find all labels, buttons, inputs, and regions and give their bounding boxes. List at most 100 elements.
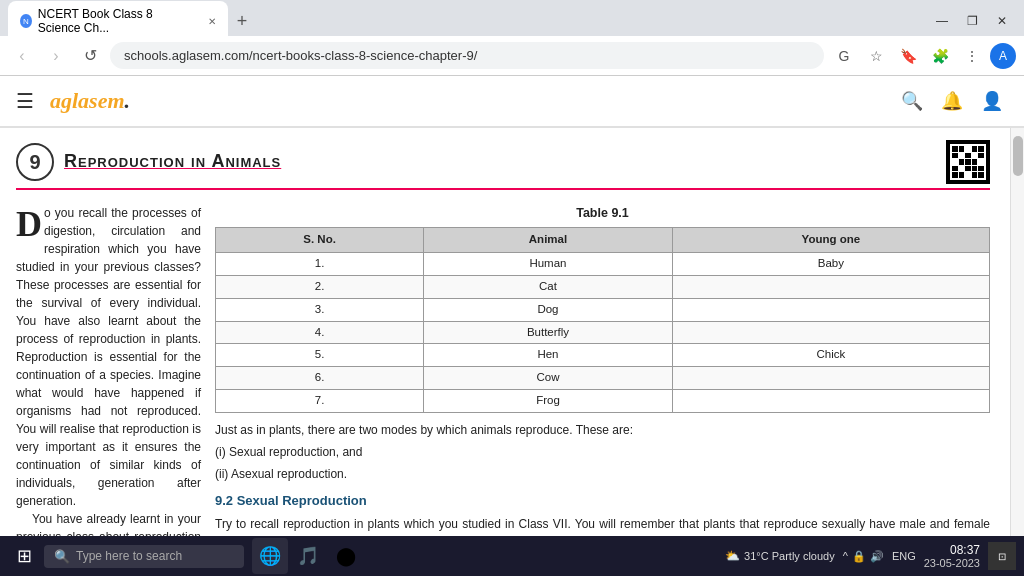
table-cell-0-2: Baby [672, 253, 989, 276]
logo-dot: . [125, 88, 131, 113]
reload-button[interactable]: ↺ [76, 42, 104, 70]
table-cell-2-2 [672, 298, 989, 321]
col-header-animal: Animal [424, 228, 673, 253]
col-header-youngone: Young one [672, 228, 989, 253]
hamburger-menu[interactable]: ☰ [16, 89, 34, 113]
date-display: 23-05-2023 [924, 557, 980, 569]
table-cell-4-1: Hen [424, 344, 673, 367]
table-cell-6-0: 7. [216, 390, 424, 413]
table-header-row: S. No. Animal Young one [216, 228, 990, 253]
chapter-title: Reproduction in Animals [64, 148, 281, 176]
up-arrow-icon[interactable]: ^ [843, 550, 848, 563]
taskbar-app-icons: 🌐 🎵 ⬤ [252, 538, 364, 574]
table-cell-5-2 [672, 367, 989, 390]
table-cell-1-1: Cat [424, 276, 673, 299]
weather-text: 31°C Partly cloudy [744, 550, 835, 562]
back-button[interactable]: ‹ [8, 42, 36, 70]
drop-cap: D [16, 206, 42, 242]
table-cell-4-2: Chick [672, 344, 989, 367]
google-icon[interactable]: G [830, 42, 858, 70]
profile-avatar[interactable]: A [990, 43, 1016, 69]
tab-favicon: N [20, 14, 32, 28]
table-row: 4.Butterfly [216, 321, 990, 344]
star-icon[interactable]: ☆ [862, 42, 890, 70]
tab-title: NCERT Book Class 8 Science Ch... [38, 7, 198, 35]
system-icons: ^ 🔒 🔊 [843, 550, 884, 563]
two-column-layout: Do you recall the processes of digestion… [16, 204, 990, 576]
search-icon[interactable]: 🔍 [896, 85, 928, 117]
address-bar: ‹ › ↺ G ☆ 🔖 🧩 ⋮ A [0, 36, 1024, 76]
speaker-icon: 🔊 [870, 550, 884, 563]
left-column: Do you recall the processes of digestion… [16, 204, 201, 576]
search-icon: 🔍 [54, 549, 70, 564]
right-column: Table 9.1 S. No. Animal Young one 1.Huma… [215, 204, 990, 576]
table-cell-6-1: Frog [424, 390, 673, 413]
new-tab-button[interactable]: + [228, 7, 256, 35]
forward-button[interactable]: › [42, 42, 70, 70]
start-button[interactable]: ⊞ [8, 540, 40, 572]
taskbar: ⊞ 🔍 Type here to search 🌐 🎵 ⬤ ⛅ 31°C Par… [0, 536, 1024, 576]
network-icon: 🔒 [852, 550, 866, 563]
table-cell-3-1: Butterfly [424, 321, 673, 344]
time-display: 08:37 [924, 543, 980, 557]
table-cell-1-2 [672, 276, 989, 299]
book-content: 9 Reproduction in Animals Do you recall … [0, 128, 1010, 576]
site-navbar: ☰ aglasem. 🔍 🔔 👤 [0, 76, 1024, 128]
tab-close-btn[interactable]: ✕ [208, 16, 216, 27]
table-row: 6.Cow [216, 367, 990, 390]
table-container: Table 9.1 S. No. Animal Young one 1.Huma… [215, 204, 990, 413]
table-cell-3-0: 4. [216, 321, 424, 344]
table-cell-3-2 [672, 321, 989, 344]
right-para3: (ii) Asexual reproduction. [215, 465, 990, 483]
qr-code [946, 140, 990, 184]
table-cell-5-1: Cow [424, 367, 673, 390]
site-logo[interactable]: aglasem. [50, 88, 130, 114]
chapter-header: 9 Reproduction in Animals [16, 140, 990, 190]
clock: 08:37 23-05-2023 [924, 543, 980, 569]
show-desktop-button[interactable]: ⊡ [988, 542, 1016, 570]
restore-button[interactable]: ❐ [958, 7, 986, 35]
right-para2: (i) Sexual reproduction, and [215, 443, 990, 461]
scrollbar-thumb[interactable] [1013, 136, 1023, 176]
table-cell-2-0: 3. [216, 298, 424, 321]
profile-icon[interactable]: 👤 [976, 85, 1008, 117]
chapter-number: 9 [16, 143, 54, 181]
table-cell-6-2 [672, 390, 989, 413]
right-para1: Just as in plants, there are two modes b… [215, 421, 990, 439]
search-placeholder: Type here to search [76, 549, 182, 563]
animals-table: S. No. Animal Young one 1.HumanBaby2.Cat… [215, 227, 990, 413]
minimize-button[interactable]: — [928, 7, 956, 35]
browser-tab[interactable]: N NCERT Book Class 8 Science Ch... ✕ [8, 1, 228, 41]
table-cell-5-0: 6. [216, 367, 424, 390]
url-input[interactable] [110, 42, 824, 69]
taskbar-search[interactable]: 🔍 Type here to search [44, 545, 244, 568]
table-cell-4-0: 5. [216, 344, 424, 367]
table-row: 5.HenChick [216, 344, 990, 367]
table-cell-1-0: 2. [216, 276, 424, 299]
taskbar-music-icon[interactable]: 🎵 [290, 538, 326, 574]
taskbar-browser-icon[interactable]: 🌐 [252, 538, 288, 574]
table-row: 1.HumanBaby [216, 253, 990, 276]
taskbar-right: ⛅ 31°C Partly cloudy ^ 🔒 🔊 ENG 08:37 23-… [725, 542, 1016, 570]
system-tray: ⛅ 31°C Partly cloudy [725, 549, 835, 563]
scrollbar[interactable] [1010, 128, 1024, 576]
main-content: 9 Reproduction in Animals Do you recall … [0, 128, 1024, 576]
close-button[interactable]: ✕ [988, 7, 1016, 35]
table-cell-0-0: 1. [216, 253, 424, 276]
table-row: 3.Dog [216, 298, 990, 321]
weather-icon: ⛅ [725, 549, 740, 563]
table-title: Table 9.1 [215, 204, 990, 223]
table-cell-2-1: Dog [424, 298, 673, 321]
table-row: 2.Cat [216, 276, 990, 299]
settings-icon[interactable]: ⋮ [958, 42, 986, 70]
extension-icon[interactable]: 🧩 [926, 42, 954, 70]
bookmark-icon[interactable]: 🔖 [894, 42, 922, 70]
section-92-heading: 9.2 Sexual Reproduction [215, 491, 990, 511]
bell-icon[interactable]: 🔔 [936, 85, 968, 117]
table-row: 7.Frog [216, 390, 990, 413]
intro-paragraph: Do you recall the processes of digestion… [16, 204, 201, 510]
table-cell-0-1: Human [424, 253, 673, 276]
language-label: ENG [892, 550, 916, 562]
col-header-sno: S. No. [216, 228, 424, 253]
taskbar-chrome-icon[interactable]: ⬤ [328, 538, 364, 574]
